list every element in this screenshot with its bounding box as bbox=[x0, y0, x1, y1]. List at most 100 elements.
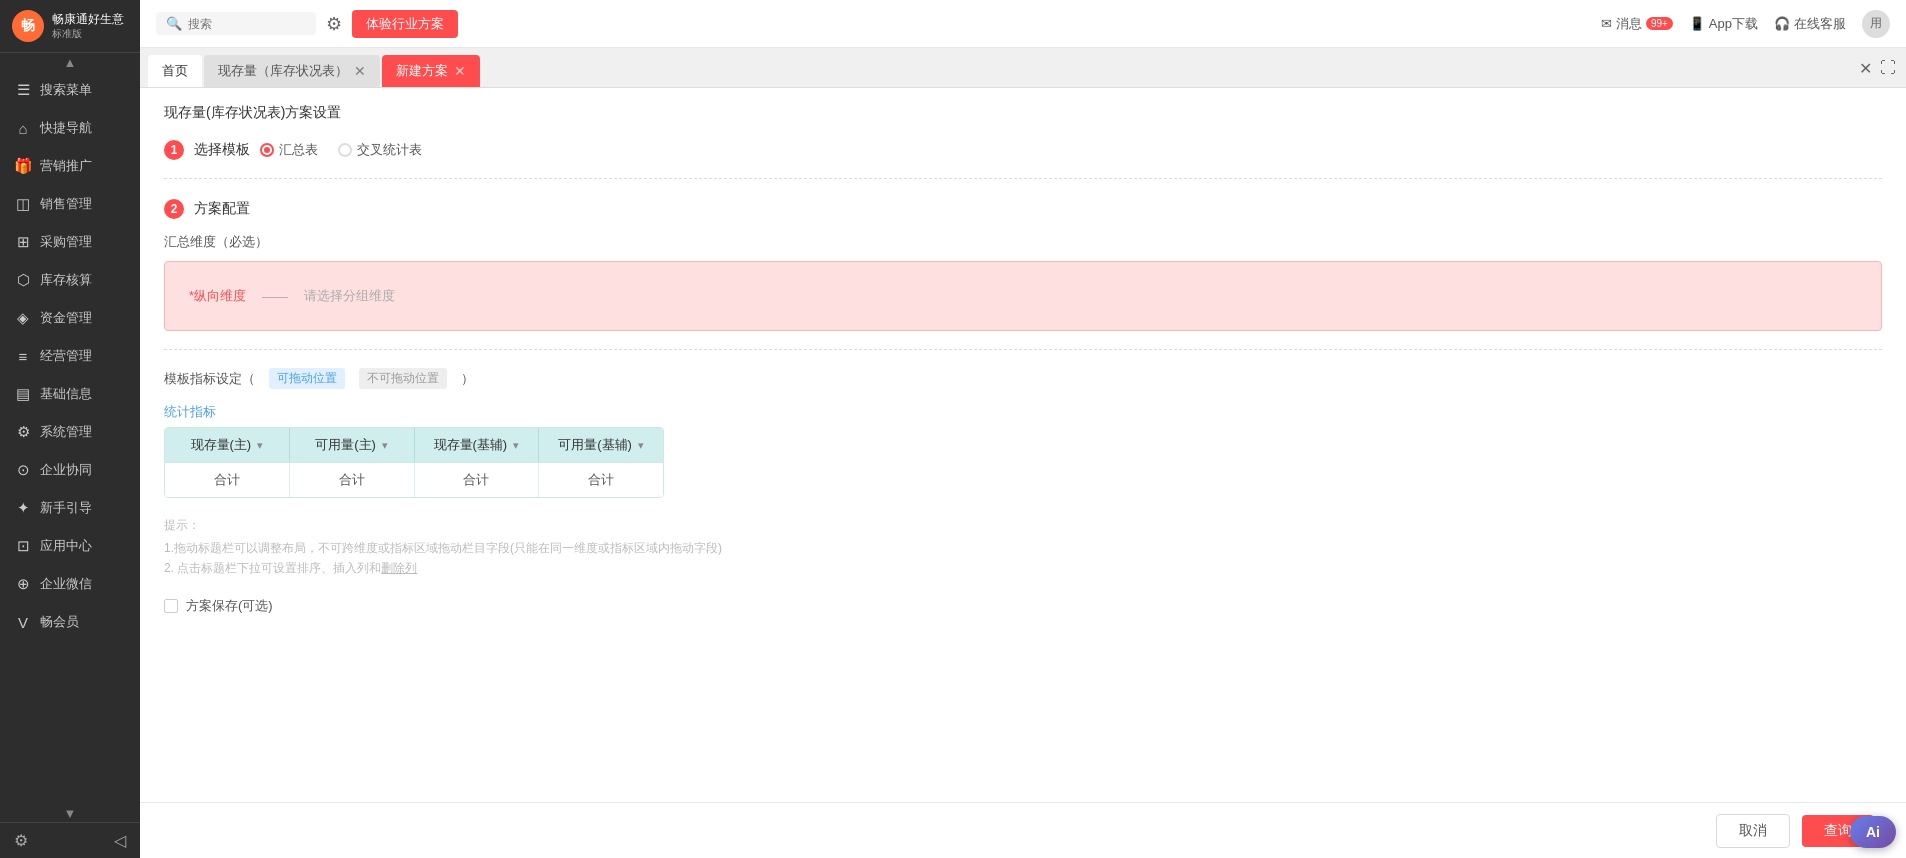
sidebar-item-enterprise-wechat[interactable]: ⊕ 企业微信 bbox=[0, 565, 140, 603]
col-header-3-arrow: ▾ bbox=[513, 439, 519, 452]
radio-dot-cross bbox=[338, 143, 352, 157]
sidebar-item-marketing[interactable]: 🎁 营销推广 bbox=[0, 147, 140, 185]
speaker-icon[interactable]: ◁ bbox=[114, 831, 126, 850]
radio-summary[interactable]: 汇总表 bbox=[260, 141, 318, 159]
app-download-button[interactable]: 📱 App下载 bbox=[1689, 15, 1758, 33]
tab-new-scheme-label: 新建方案 bbox=[396, 62, 448, 80]
sales-icon: ◫ bbox=[14, 195, 32, 213]
trial-button[interactable]: 体验行业方案 bbox=[352, 10, 458, 38]
sidebar-item-label: 应用中心 bbox=[40, 537, 92, 555]
sidebar-scroll-up[interactable]: ▲ bbox=[0, 53, 140, 71]
tab-inventory-close[interactable]: ✕ bbox=[354, 63, 366, 79]
section2-header: 2 方案配置 bbox=[164, 199, 1882, 219]
cell-1-4: 合计 bbox=[539, 463, 663, 497]
sidebar-item-label: 采购管理 bbox=[40, 233, 92, 251]
ai-fab-button[interactable]: Ai bbox=[1850, 816, 1896, 848]
expand-icon[interactable]: ⛶ bbox=[1880, 58, 1896, 77]
sidebar-item-new-guide[interactable]: ✦ 新手引导 bbox=[0, 489, 140, 527]
col-header-2[interactable]: 可用量(主) ▾ bbox=[290, 428, 415, 462]
gift-icon: 🎁 bbox=[14, 157, 32, 175]
dimension-label: 汇总维度（必选） bbox=[164, 233, 1882, 251]
radio-dot-summary bbox=[260, 143, 274, 157]
sidebar-item-finance[interactable]: ◈ 资金管理 bbox=[0, 299, 140, 337]
content-inner: 现存量(库存状况表)方案设置 1 选择模板 汇总表 交叉统计表 bbox=[140, 88, 1906, 858]
message-badge: 99+ bbox=[1646, 17, 1673, 30]
save-label: 方案保存(可选) bbox=[186, 597, 273, 615]
search-menu-icon: ☰ bbox=[14, 81, 32, 99]
tips-item-2: 2. 点击标题栏下拉可设置排序、插入列和删除列 bbox=[164, 560, 1882, 577]
download-icon: 📱 bbox=[1689, 16, 1705, 31]
col-header-1[interactable]: 现存量(主) ▾ bbox=[165, 428, 290, 462]
search-input[interactable] bbox=[188, 17, 288, 31]
business-icon: ≡ bbox=[14, 347, 32, 365]
col-header-4-arrow: ▾ bbox=[638, 439, 644, 452]
topbar-settings-icon[interactable]: ⚙ bbox=[326, 13, 342, 35]
col-header-4[interactable]: 可用量(基辅) ▾ bbox=[539, 428, 663, 462]
section2-title: 方案配置 bbox=[194, 200, 250, 218]
sidebar-item-quick-nav[interactable]: ⌂ 快捷导航 bbox=[0, 109, 140, 147]
sidebar-logo: 畅 畅康通好生意 标准版 bbox=[0, 0, 140, 53]
tabbar: 首页 现存量（库存状况表） ✕ 新建方案 ✕ ✕ ⛶ bbox=[140, 48, 1906, 88]
tab-home-label: 首页 bbox=[162, 62, 188, 80]
sidebar-item-label: 企业微信 bbox=[40, 575, 92, 593]
sidebar-item-label: 系统管理 bbox=[40, 423, 92, 441]
sidebar-item-search-menu[interactable]: ☰ 搜索菜单 bbox=[0, 71, 140, 109]
tab-inventory-status[interactable]: 现存量（库存状况表） ✕ bbox=[204, 55, 380, 87]
main-area: 🔍 ⚙ 体验行业方案 ✉ 消息 99+ 📱 App下载 🎧 在线客服 用 bbox=[140, 0, 1906, 858]
sidebar-scroll-down[interactable]: ▼ bbox=[0, 804, 140, 822]
wechat-icon: ⊕ bbox=[14, 575, 32, 593]
message-icon: ✉ bbox=[1601, 16, 1612, 31]
topbar-right: ✉ 消息 99+ 📱 App下载 🎧 在线客服 用 bbox=[1601, 10, 1890, 38]
online-service-button[interactable]: 🎧 在线客服 bbox=[1774, 15, 1846, 33]
search-box[interactable]: 🔍 bbox=[156, 12, 316, 35]
search-icon: 🔍 bbox=[166, 16, 182, 31]
cell-1-1: 合计 bbox=[165, 463, 290, 497]
sidebar-item-system[interactable]: ⚙ 系统管理 bbox=[0, 413, 140, 451]
radio-cross[interactable]: 交叉统计表 bbox=[338, 141, 422, 159]
dimension-placeholder: 请选择分组维度 bbox=[304, 287, 395, 305]
tips-item-1: 1.拖动标题栏可以调整布局，不可跨维度或指标区域拖动栏目字段(只能在同一维度或指… bbox=[164, 540, 1882, 557]
app-edition: 标准版 bbox=[52, 27, 124, 41]
save-checkbox[interactable] bbox=[164, 599, 178, 613]
dimension-box[interactable]: *纵向维度 —— 请选择分组维度 bbox=[164, 261, 1882, 331]
basic-info-icon: ▤ bbox=[14, 385, 32, 403]
bottom-bar: 取消 查询 bbox=[140, 802, 1906, 858]
tab-new-scheme[interactable]: 新建方案 ✕ bbox=[382, 55, 480, 87]
close-panel-icon[interactable]: ✕ bbox=[1859, 58, 1872, 77]
section1-divider bbox=[164, 178, 1882, 179]
sidebar-item-sales[interactable]: ◫ 销售管理 bbox=[0, 185, 140, 223]
stat-table: 现存量(主) ▾ 可用量(主) ▾ 现存量(基辅) ▾ 可用量(基辅) bbox=[164, 427, 664, 498]
sidebar-item-purchase[interactable]: ⊞ 采购管理 bbox=[0, 223, 140, 261]
tab-home[interactable]: 首页 bbox=[148, 55, 202, 87]
system-icon: ⚙ bbox=[14, 423, 32, 441]
topbar: 🔍 ⚙ 体验行业方案 ✉ 消息 99+ 📱 App下载 🎧 在线客服 用 bbox=[140, 0, 1906, 48]
delete-col-link[interactable]: 删除列 bbox=[381, 561, 417, 575]
tab-new-scheme-close[interactable]: ✕ bbox=[454, 63, 466, 79]
user-avatar[interactable]: 用 bbox=[1862, 10, 1890, 38]
undraggable-tag: 不可拖动位置 bbox=[359, 368, 447, 389]
section2-divider bbox=[164, 349, 1882, 350]
tab-inventory-label: 现存量（库存状况表） bbox=[218, 62, 348, 80]
draggable-tag: 可拖动位置 bbox=[269, 368, 345, 389]
col-header-2-arrow: ▾ bbox=[382, 439, 388, 452]
sidebar-item-inventory[interactable]: ⬡ 库存核算 bbox=[0, 261, 140, 299]
sidebar-item-business[interactable]: ≡ 经营管理 bbox=[0, 337, 140, 375]
topbar-left: 🔍 ⚙ 体验行业方案 bbox=[156, 10, 458, 38]
sidebar-item-label: 快捷导航 bbox=[40, 119, 92, 137]
col-header-3[interactable]: 现存量(基辅) ▾ bbox=[415, 428, 540, 462]
sidebar-item-member[interactable]: V 畅会员 bbox=[0, 603, 140, 641]
sidebar-item-enterprise[interactable]: ⊙ 企业协同 bbox=[0, 451, 140, 489]
settings-icon[interactable]: ⚙ bbox=[14, 831, 28, 850]
radio-summary-label: 汇总表 bbox=[279, 141, 318, 159]
col-header-4-label: 可用量(基辅) bbox=[558, 436, 632, 454]
indicator-settings-label: 模板指标设定（ bbox=[164, 370, 255, 388]
sidebar-item-basic-info[interactable]: ▤ 基础信息 bbox=[0, 375, 140, 413]
sidebar-item-app-center[interactable]: ⊡ 应用中心 bbox=[0, 527, 140, 565]
col-header-1-label: 现存量(主) bbox=[191, 436, 252, 454]
page-title: 现存量(库存状况表)方案设置 bbox=[164, 104, 1882, 122]
cancel-button[interactable]: 取消 bbox=[1716, 814, 1790, 848]
enterprise-icon: ⊙ bbox=[14, 461, 32, 479]
home-icon: ⌂ bbox=[14, 119, 32, 137]
sidebar-item-label: 库存核算 bbox=[40, 271, 92, 289]
message-button[interactable]: ✉ 消息 99+ bbox=[1601, 15, 1673, 33]
